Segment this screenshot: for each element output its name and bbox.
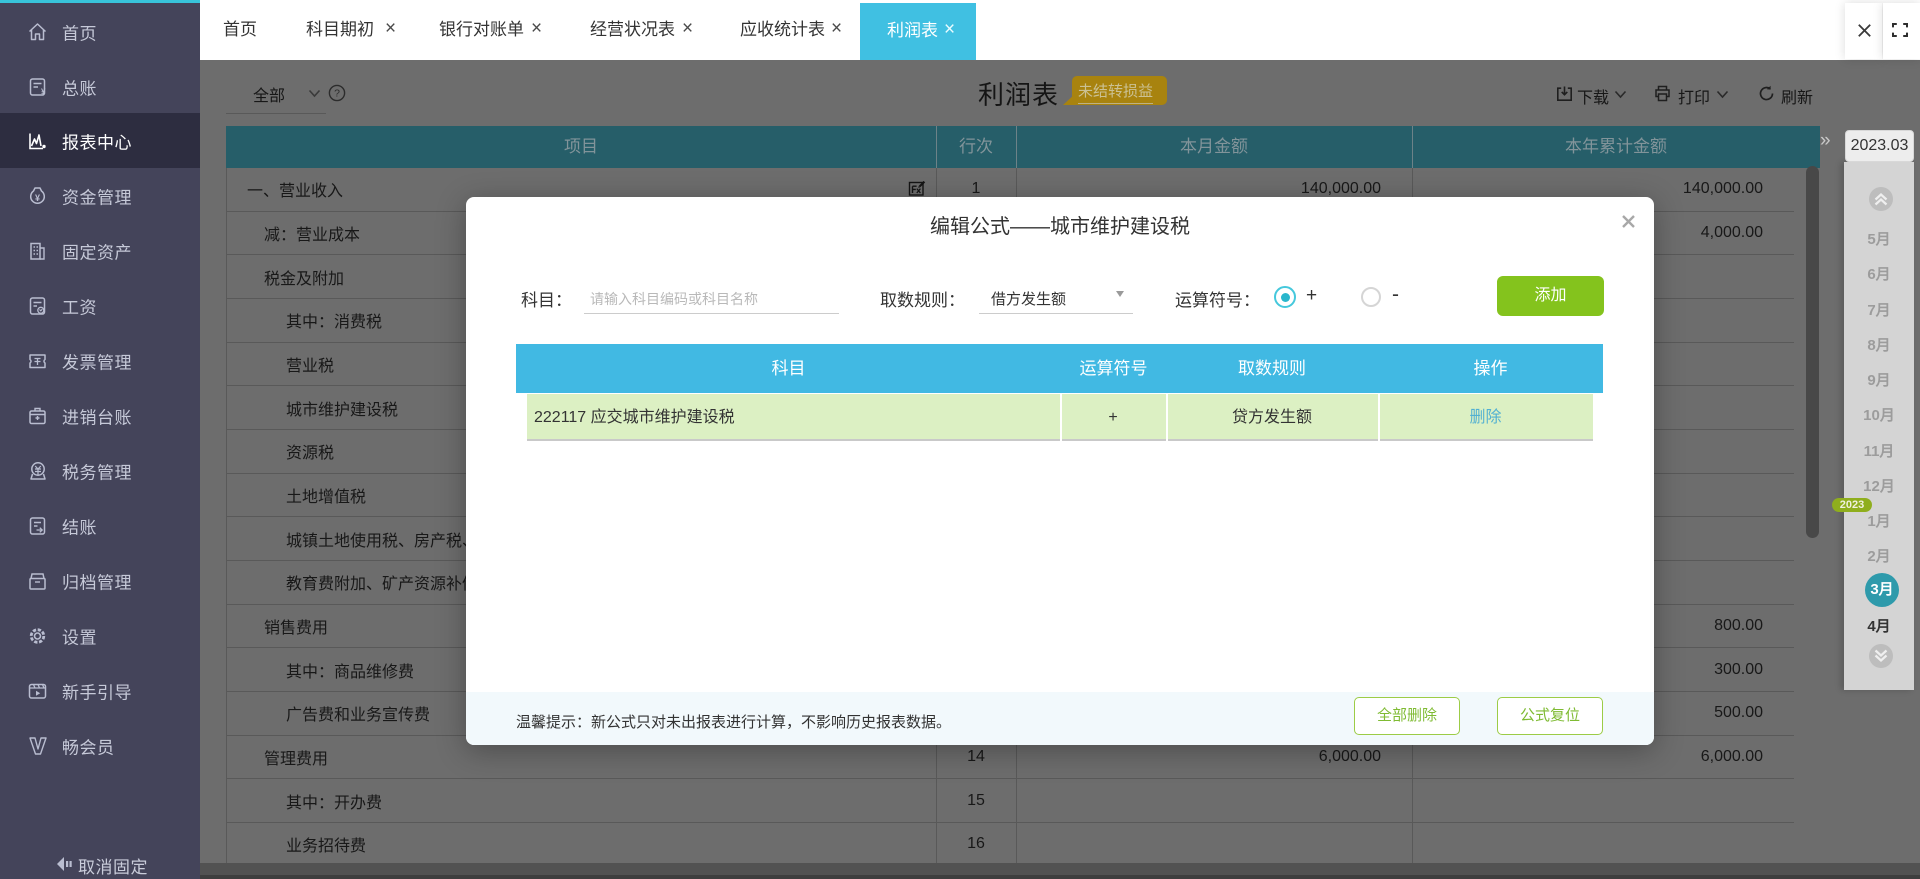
svg-text:?: ? (334, 88, 340, 100)
svg-text:¥: ¥ (41, 87, 46, 96)
svg-text:¥: ¥ (35, 193, 40, 203)
